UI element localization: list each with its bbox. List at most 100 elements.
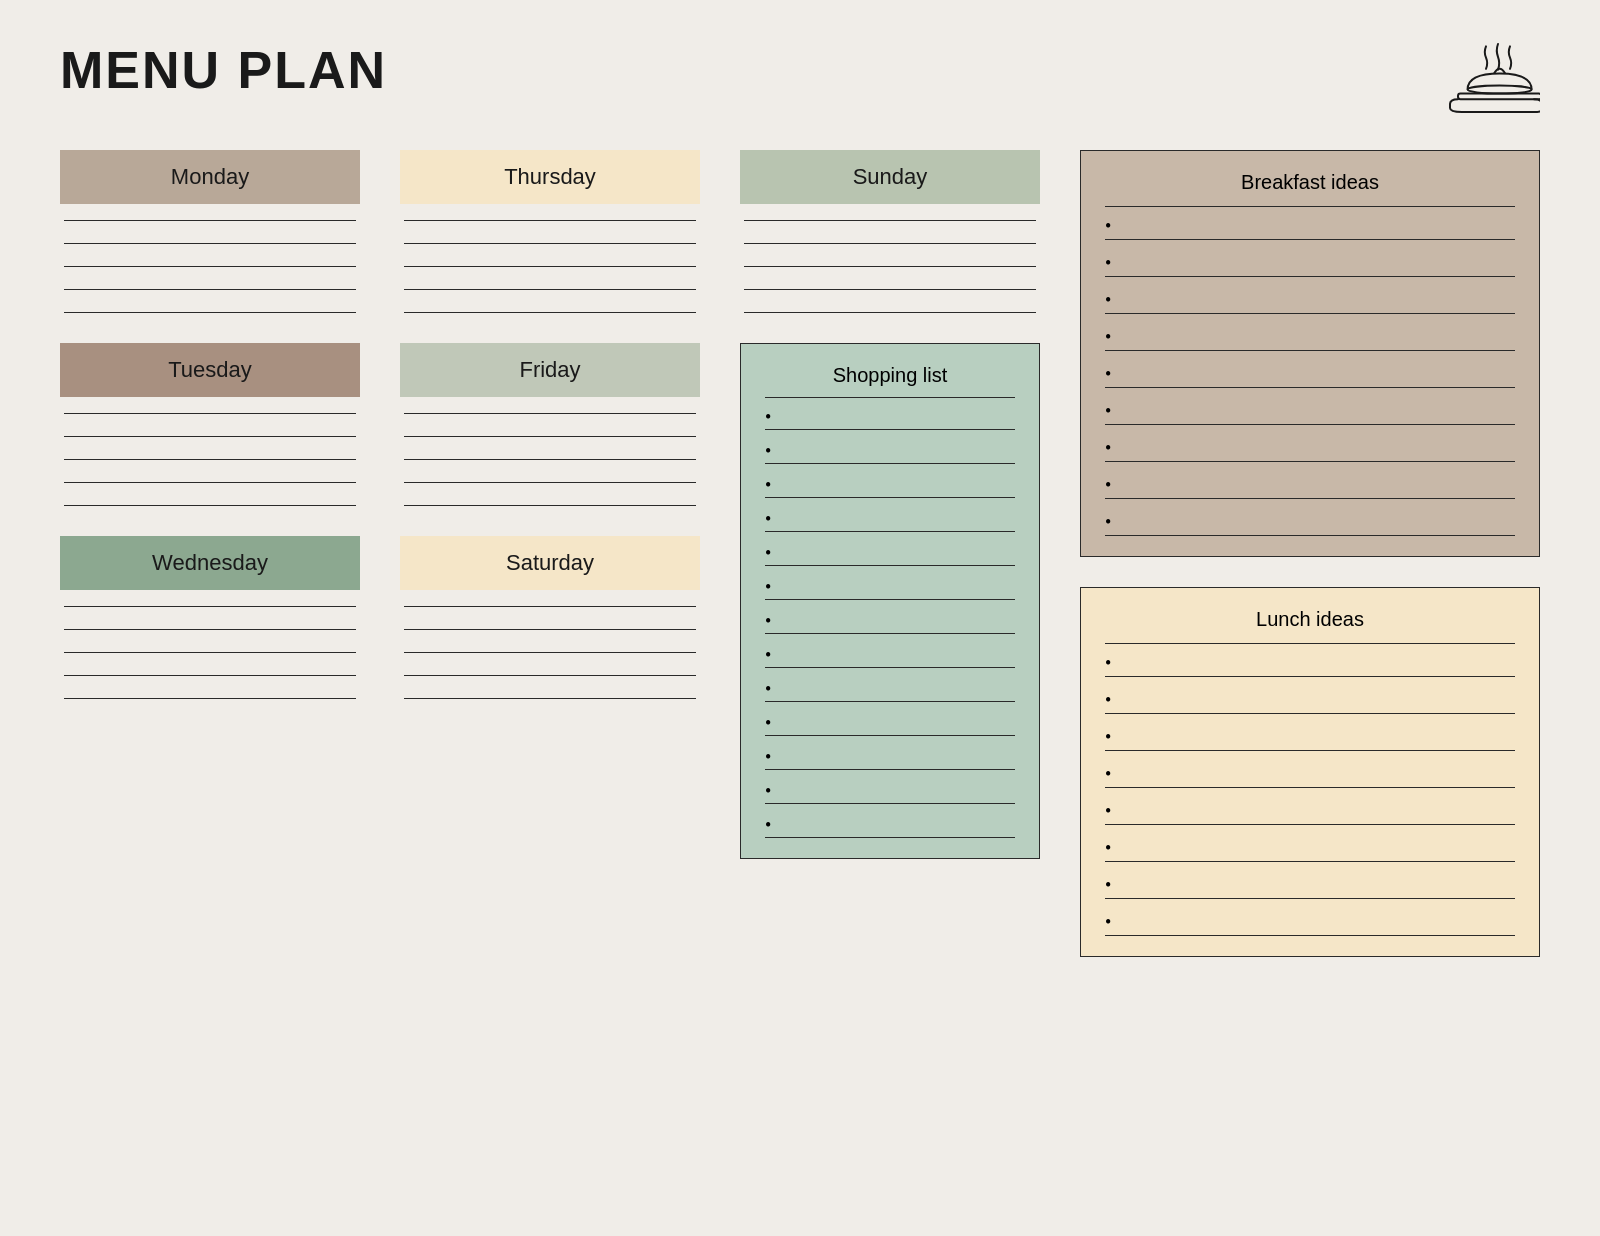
line	[64, 243, 356, 244]
line	[64, 436, 356, 437]
lunch-item	[1105, 876, 1515, 899]
line	[64, 220, 356, 221]
column-1: Monday Tuesday Wednesday	[60, 150, 360, 957]
sunday-lines	[740, 220, 1040, 313]
line	[64, 505, 356, 506]
line	[64, 266, 356, 267]
thursday-header: Thursday	[400, 150, 700, 204]
line	[744, 266, 1036, 267]
shopping-item	[765, 782, 1015, 804]
line	[64, 482, 356, 483]
line	[64, 289, 356, 290]
shopping-list	[765, 408, 1015, 838]
breakfast-item	[1105, 513, 1515, 536]
breakfast-item	[1105, 476, 1515, 499]
line	[404, 629, 696, 630]
friday-lines	[400, 413, 700, 506]
line	[404, 289, 696, 290]
shopping-item	[765, 748, 1015, 770]
breakfast-item	[1105, 291, 1515, 314]
lunch-divider	[1105, 643, 1515, 644]
shopping-item	[765, 442, 1015, 464]
line	[64, 629, 356, 630]
lunch-list	[1105, 654, 1515, 936]
breakfast-item	[1105, 439, 1515, 462]
lunch-item	[1105, 802, 1515, 825]
line	[404, 606, 696, 607]
shopping-list-title: Shopping list	[765, 364, 1015, 387]
line	[64, 698, 356, 699]
line	[404, 505, 696, 506]
shopping-item	[765, 612, 1015, 634]
line	[744, 220, 1036, 221]
monday-lines	[60, 220, 360, 313]
line	[404, 266, 696, 267]
thursday-lines	[400, 220, 700, 313]
line	[404, 675, 696, 676]
lunch-title: Lunch ideas	[1105, 608, 1515, 631]
main-grid: Monday Tuesday Wednesday Thursday	[60, 150, 1540, 957]
line	[744, 312, 1036, 313]
line	[64, 606, 356, 607]
svg-rect-1	[1458, 94, 1540, 100]
saturday-header: Saturday	[400, 536, 700, 590]
shopping-item	[765, 714, 1015, 736]
line	[64, 652, 356, 653]
breakfast-divider	[1105, 206, 1515, 207]
line	[404, 459, 696, 460]
shopping-item	[765, 510, 1015, 532]
breakfast-item	[1105, 365, 1515, 388]
shopping-item	[765, 680, 1015, 702]
monday-header: Monday	[60, 150, 360, 204]
shopping-divider	[765, 397, 1015, 398]
shopping-item	[765, 544, 1015, 566]
shopping-item	[765, 578, 1015, 600]
lunch-item	[1105, 654, 1515, 677]
lunch-item	[1105, 913, 1515, 936]
right-column: Breakfast ideas Lunch ideas	[1080, 150, 1540, 957]
line	[404, 220, 696, 221]
breakfast-item	[1105, 254, 1515, 277]
lunch-item	[1105, 691, 1515, 714]
column-2: Thursday Friday Saturday	[400, 150, 700, 957]
breakfast-item	[1105, 328, 1515, 351]
lunch-item	[1105, 765, 1515, 788]
wednesday-header: Wednesday	[60, 536, 360, 590]
tuesday-lines	[60, 413, 360, 506]
line	[744, 243, 1036, 244]
breakfast-panel: Breakfast ideas	[1080, 150, 1540, 557]
line	[404, 436, 696, 437]
line	[404, 243, 696, 244]
line	[404, 413, 696, 414]
breakfast-item	[1105, 217, 1515, 240]
lunch-item	[1105, 839, 1515, 862]
food-icon	[1440, 40, 1540, 120]
line	[64, 675, 356, 676]
line	[404, 652, 696, 653]
wednesday-lines	[60, 606, 360, 699]
line	[404, 698, 696, 699]
shopping-item	[765, 646, 1015, 668]
line	[64, 413, 356, 414]
shopping-item	[765, 408, 1015, 430]
header: MENU PLAN	[60, 40, 1540, 120]
line	[404, 482, 696, 483]
line	[404, 312, 696, 313]
tuesday-header: Tuesday	[60, 343, 360, 397]
saturday-lines	[400, 606, 700, 699]
line	[64, 312, 356, 313]
shopping-list-panel: Shopping list	[740, 343, 1040, 859]
line	[744, 289, 1036, 290]
page-title: MENU PLAN	[60, 40, 387, 100]
shopping-item	[765, 816, 1015, 838]
lunch-panel: Lunch ideas	[1080, 587, 1540, 957]
breakfast-list	[1105, 217, 1515, 536]
line	[64, 459, 356, 460]
svg-point-0	[1468, 86, 1532, 94]
lunch-item	[1105, 728, 1515, 751]
sunday-header: Sunday	[740, 150, 1040, 204]
friday-header: Friday	[400, 343, 700, 397]
breakfast-title: Breakfast ideas	[1105, 171, 1515, 194]
shopping-item	[765, 476, 1015, 498]
column-3: Sunday Shopping list	[740, 150, 1040, 957]
